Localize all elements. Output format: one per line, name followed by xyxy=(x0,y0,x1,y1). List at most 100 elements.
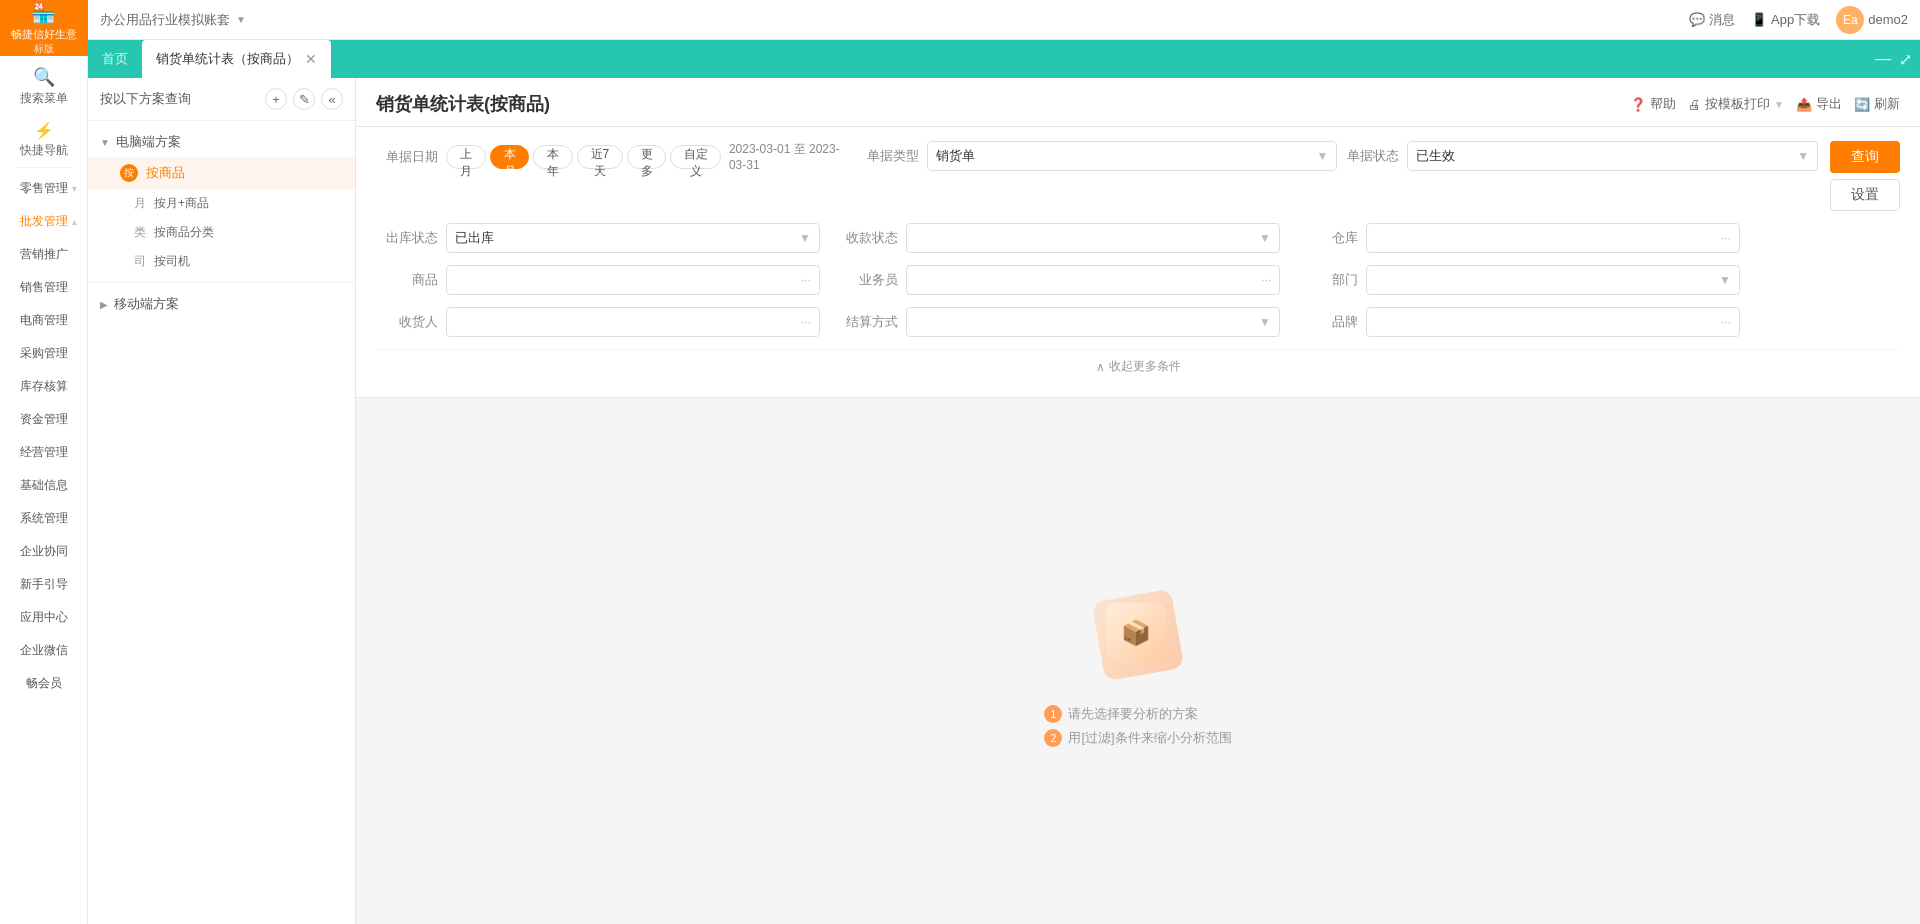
doc-type-input[interactable]: 销货单 ▼ xyxy=(927,141,1338,171)
collapse-filters-button[interactable]: ∧ 收起更多条件 xyxy=(376,349,1900,383)
search-menu[interactable]: 🔍 搜索菜单 xyxy=(0,56,87,113)
sidebar-item-purchase[interactable]: 采购管理 xyxy=(0,337,87,370)
help-button[interactable]: ❓ 帮助 xyxy=(1630,95,1676,113)
out-status-input[interactable]: 已出库 ▼ xyxy=(446,223,820,253)
member-label: 畅会员 xyxy=(26,675,62,692)
sidebar-item-basic[interactable]: 基础信息 xyxy=(0,469,87,502)
date-btn-more[interactable]: 更多 xyxy=(627,145,667,169)
settlement-field: 结算方式 ▼ xyxy=(836,307,1280,337)
sidebar-item-guide[interactable]: 新手引导 xyxy=(0,568,87,601)
wholesale-arrow: ▲ xyxy=(70,217,79,227)
sidebar-item-member[interactable]: 畅会员 xyxy=(0,667,87,700)
download-icon: 📱 xyxy=(1751,12,1767,27)
sidebar-item-wechat[interactable]: 企业微信 xyxy=(0,634,87,667)
scheme-item-by-product[interactable]: 按 按商品 xyxy=(88,157,355,189)
empty-box-face: 📦 xyxy=(1106,603,1166,663)
settlement-label: 结算方式 xyxy=(836,313,906,331)
out-status-value: 已出库 xyxy=(455,229,494,247)
left-panel-header: 按以下方案查询 + ✎ « xyxy=(88,78,355,121)
date-btn-7days[interactable]: 近7天 xyxy=(577,145,623,169)
product-input[interactable]: ··· xyxy=(446,265,820,295)
scheme-sub-item-month-product[interactable]: 月 按月+商品 xyxy=(88,189,355,218)
sidebar-item-corp[interactable]: 企业协同 xyxy=(0,535,87,568)
nav-icon: ⚡ xyxy=(34,121,54,140)
print-dropdown-icon: ▼ xyxy=(1774,99,1784,110)
apps-label: 应用中心 xyxy=(20,609,68,626)
messages-button[interactable]: 💬 消息 xyxy=(1689,11,1735,29)
tab-home-label: 首页 xyxy=(102,50,128,68)
dept-input[interactable]: ▼ xyxy=(1366,265,1740,295)
consignee-field: 收货人 ··· xyxy=(376,307,820,337)
workspace-selector[interactable]: 办公用品行业模拟账套 ▼ xyxy=(100,11,246,29)
date-btn-custom[interactable]: 自定义 xyxy=(670,145,721,169)
doc-type-label: 单据类型 xyxy=(857,147,927,165)
tabbar: 首页 销货单统计表（按商品） ✕ — ⤢ xyxy=(88,40,1920,78)
user-menu[interactable]: Ea demo2 xyxy=(1836,6,1908,34)
help-icon: ❓ xyxy=(1630,97,1646,112)
topbar-right: 💬 消息 📱 App下载 Ea demo2 xyxy=(1689,6,1908,34)
query-button[interactable]: 查询 xyxy=(1830,141,1900,173)
dept-field: 部门 ▼ xyxy=(1296,265,1740,295)
quick-nav[interactable]: ⚡ 快捷导航 xyxy=(0,113,87,163)
retail-arrow: ▼ xyxy=(70,184,79,194)
tab-home[interactable]: 首页 xyxy=(88,40,142,78)
refresh-button[interactable]: 🔄 刷新 xyxy=(1854,95,1900,113)
tab-close-icon[interactable]: ✕ xyxy=(305,51,317,67)
tab-maximize-icon[interactable]: ⤢ xyxy=(1899,50,1912,69)
print-button[interactable]: 🖨 按模板打印 ▼ xyxy=(1688,95,1784,113)
dept-label: 部门 xyxy=(1296,271,1366,289)
scheme-item-icon: 按 xyxy=(120,164,138,182)
finance-label: 资金管理 xyxy=(20,411,68,428)
sidebar-item-sales[interactable]: 销售管理 xyxy=(0,271,87,304)
add-scheme-button[interactable]: + xyxy=(265,88,287,110)
sidebar-item-marketing[interactable]: 营销推广 xyxy=(0,238,87,271)
sidebar-item-ecommerce[interactable]: 电商管理 xyxy=(0,304,87,337)
wechat-label: 企业微信 xyxy=(20,642,68,659)
pc-group-arrow: ▼ xyxy=(100,137,110,148)
export-button[interactable]: 📤 导出 xyxy=(1796,95,1842,113)
filter-row-3: 商品 ··· 业务员 ··· xyxy=(376,265,1900,295)
sidebar-item-operation[interactable]: 经营管理 xyxy=(0,436,87,469)
sub-item-category-icon: 类 xyxy=(132,225,148,241)
date-btn-last-month[interactable]: 上月 xyxy=(446,145,486,169)
brand-label: 品牌 xyxy=(1296,313,1366,331)
out-status-label: 出库状态 xyxy=(376,229,446,247)
app-logo[interactable]: 🏪 畅捷信好生意 标版 xyxy=(0,0,88,56)
topbar: 办公用品行业模拟账套 ▼ 💬 消息 📱 App下载 Ea demo2 xyxy=(88,0,1920,40)
doc-status-input[interactable]: 已生效 ▼ xyxy=(1407,141,1818,171)
out-status-field: 出库状态 已出库 ▼ xyxy=(376,223,820,253)
sub-item-month-icon: 月 xyxy=(132,196,148,212)
product-dots-icon: ··· xyxy=(801,273,811,287)
salesperson-input[interactable]: ··· xyxy=(906,265,1280,295)
tab-minimize-icon[interactable]: — xyxy=(1875,50,1891,68)
consignee-input[interactable]: ··· xyxy=(446,307,820,337)
pc-scheme-group-header[interactable]: ▼ 电脑端方案 xyxy=(88,127,355,157)
sidebar-divider xyxy=(17,167,69,168)
edit-scheme-button[interactable]: ✎ xyxy=(293,88,315,110)
mobile-scheme-group: ▶ 移动端方案 xyxy=(88,282,355,325)
mobile-group-header[interactable]: ▶ 移动端方案 xyxy=(88,289,355,319)
date-btn-this-month[interactable]: 本月 xyxy=(490,145,530,169)
pc-scheme-group: ▼ 电脑端方案 按 按商品 月 按月+商品 类 按商品分类 司 按司机 xyxy=(88,121,355,282)
payment-status-input[interactable]: ▼ xyxy=(906,223,1280,253)
sidebar-item-retail[interactable]: 零售管理 ▼ xyxy=(0,172,87,205)
settings-button[interactable]: 设置 xyxy=(1830,179,1900,211)
edit-icon: ✎ xyxy=(299,92,310,107)
collapse-panel-button[interactable]: « xyxy=(321,88,343,110)
sidebar-item-inventory[interactable]: 库存核算 xyxy=(0,370,87,403)
scheme-sub-item-category[interactable]: 类 按商品分类 xyxy=(88,218,355,247)
sidebar-item-wholesale[interactable]: 批发管理 ▲ xyxy=(0,205,87,238)
brand-input[interactable]: ··· xyxy=(1366,307,1740,337)
date-btn-this-year[interactable]: 本年 xyxy=(533,145,573,169)
inventory-label: 库存核算 xyxy=(20,378,68,395)
settlement-input[interactable]: ▼ xyxy=(906,307,1280,337)
sidebar-item-apps[interactable]: 应用中心 xyxy=(0,601,87,634)
scheme-item-label: 按商品 xyxy=(146,164,185,182)
app-download-button[interactable]: 📱 App下载 xyxy=(1751,11,1820,29)
left-panel: 按以下方案查询 + ✎ « ▼ 电脑端方案 xyxy=(88,78,356,924)
tab-report[interactable]: 销货单统计表（按商品） ✕ xyxy=(142,40,331,78)
warehouse-input[interactable]: ··· xyxy=(1366,223,1740,253)
sidebar-item-system[interactable]: 系统管理 xyxy=(0,502,87,535)
sidebar-item-finance[interactable]: 资金管理 xyxy=(0,403,87,436)
scheme-sub-item-driver[interactable]: 司 按司机 xyxy=(88,247,355,276)
